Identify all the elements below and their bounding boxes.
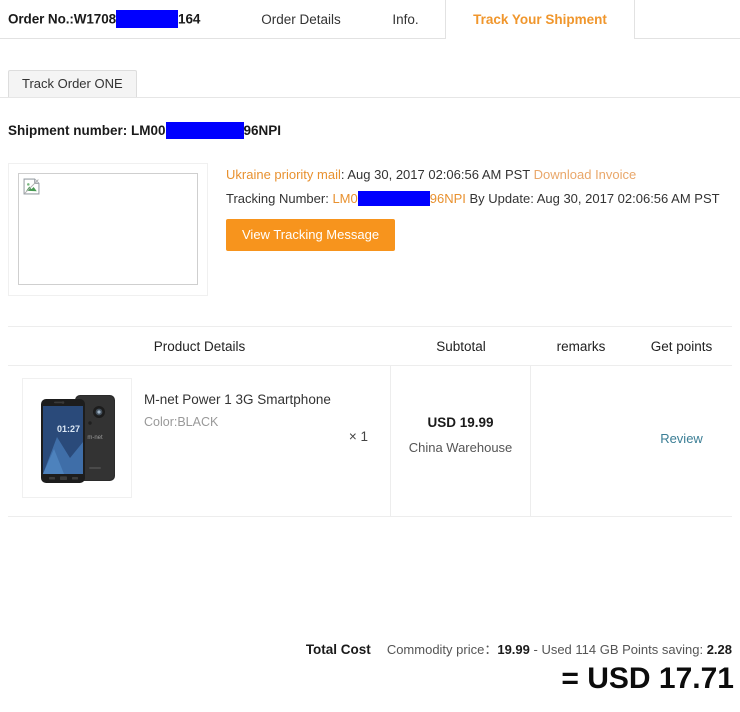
product-table: Product Details Subtotal remarks Get poi… — [8, 326, 732, 517]
tab-order-details[interactable]: Order Details — [236, 0, 366, 39]
shipment-number: Shipment number: LM00 96NPI — [8, 122, 282, 140]
svg-text:m-net: m-net — [87, 435, 103, 441]
tab-track-your-shipment[interactable]: Track Your Shipment — [446, 0, 634, 39]
broken-image-icon — [23, 178, 40, 195]
subtab-divider — [0, 97, 740, 98]
used-points-text: - Used 114 GB Points saving: — [529, 642, 707, 657]
tab-spacer — [634, 0, 740, 39]
order-tabs: Order Details Info. Track Your Shipment — [236, 0, 740, 39]
get-points-cell: Review — [631, 366, 732, 516]
order-number: Order No.:W1708 164 — [8, 10, 201, 29]
column-header-product-details: Product Details — [153, 338, 246, 354]
order-number-suffix: 164 — [178, 11, 201, 27]
shipment-image-placeholder — [18, 173, 198, 285]
carrier-line: Ukraine priority mail: Aug 30, 2017 02:0… — [226, 167, 720, 182]
track-order-tabs: Track Order ONE — [8, 70, 137, 97]
shipment-number-label: Shipment number: — [8, 123, 132, 139]
shipment-info: Ukraine priority mail: Aug 30, 2017 02:0… — [226, 167, 720, 252]
product-color: Color:BLACK — [144, 415, 219, 429]
tracking-line: Tracking Number: LM0 96NPI By Update: Aug… — [226, 191, 720, 207]
tracking-number-suffix: 96NPI — [429, 191, 466, 206]
top-bar: Order No.:W1708 164 Order Details Info. T… — [0, 0, 740, 40]
commodity-price-value: 19.99 — [497, 642, 530, 657]
product-name[interactable]: M-net Power 1 3G Smartphone — [144, 392, 331, 407]
total-cost-label: Total Cost — [305, 642, 371, 657]
subtotal-cell: USD 19.99 China Warehouse — [391, 366, 531, 516]
product-cell: m-net 01:27 M-net Power 1 3G Smartphone … — [8, 366, 391, 516]
shipment-image-container — [8, 163, 208, 296]
thumb-clock-time: 01:27 — [57, 424, 80, 434]
table-row: m-net 01:27 M-net Power 1 3G Smartphone … — [8, 366, 732, 517]
warehouse-label: China Warehouse — [408, 440, 513, 455]
product-quantity: × 1 — [348, 429, 368, 444]
product-table-header: Product Details Subtotal remarks Get poi… — [8, 327, 732, 366]
tracking-number-label: Tracking Number: — [226, 191, 333, 206]
tab-info[interactable]: Info. — [366, 0, 446, 39]
order-number-redaction — [116, 10, 179, 28]
totals-summary: Total Cost Commodity price：19.99 - Used 1… — [0, 639, 732, 658]
carrier-name: Ukraine priority mail — [226, 167, 341, 182]
grand-total: = USD 17.71 — [561, 662, 734, 695]
tracking-number-prefix: LM0 — [332, 191, 358, 206]
product-text: M-net Power 1 3G Smartphone Color:BLACK — [144, 378, 331, 429]
download-invoice-link[interactable]: Download Invoice — [534, 167, 637, 182]
column-header-get-points: Get points — [650, 338, 713, 354]
shipment-number-redaction — [165, 122, 244, 139]
smartphone-image: m-net 01:27 — [23, 379, 131, 497]
tabs-underline — [0, 38, 236, 39]
update-date: Aug 30, 2017 02:06:56 AM PST — [536, 191, 720, 206]
order-number-prefix: Order No.:W1708 — [8, 11, 117, 27]
review-link[interactable]: Review — [660, 431, 703, 446]
ship-date: Aug 30, 2017 02:06:56 AM PST — [347, 167, 531, 182]
remarks-cell — [531, 366, 631, 516]
subtotal-amount: USD 19.99 — [427, 415, 494, 430]
update-label: By Update: — [465, 191, 537, 206]
subtab-track-order-one[interactable]: Track Order ONE — [8, 70, 137, 97]
view-tracking-message-button[interactable]: View Tracking Message — [226, 219, 396, 252]
shipment-number-suffix: 96NPI — [243, 123, 282, 139]
points-saving-value: 2.28 — [706, 642, 732, 657]
commodity-price-label: Commodity price： — [386, 642, 498, 657]
product-thumbnail[interactable]: m-net 01:27 — [22, 378, 132, 498]
tracking-number-redaction — [357, 191, 430, 207]
column-header-subtotal: Subtotal — [436, 338, 486, 354]
column-header-remarks: remarks — [556, 338, 606, 354]
shipment-number-prefix: LM00 — [131, 123, 166, 139]
